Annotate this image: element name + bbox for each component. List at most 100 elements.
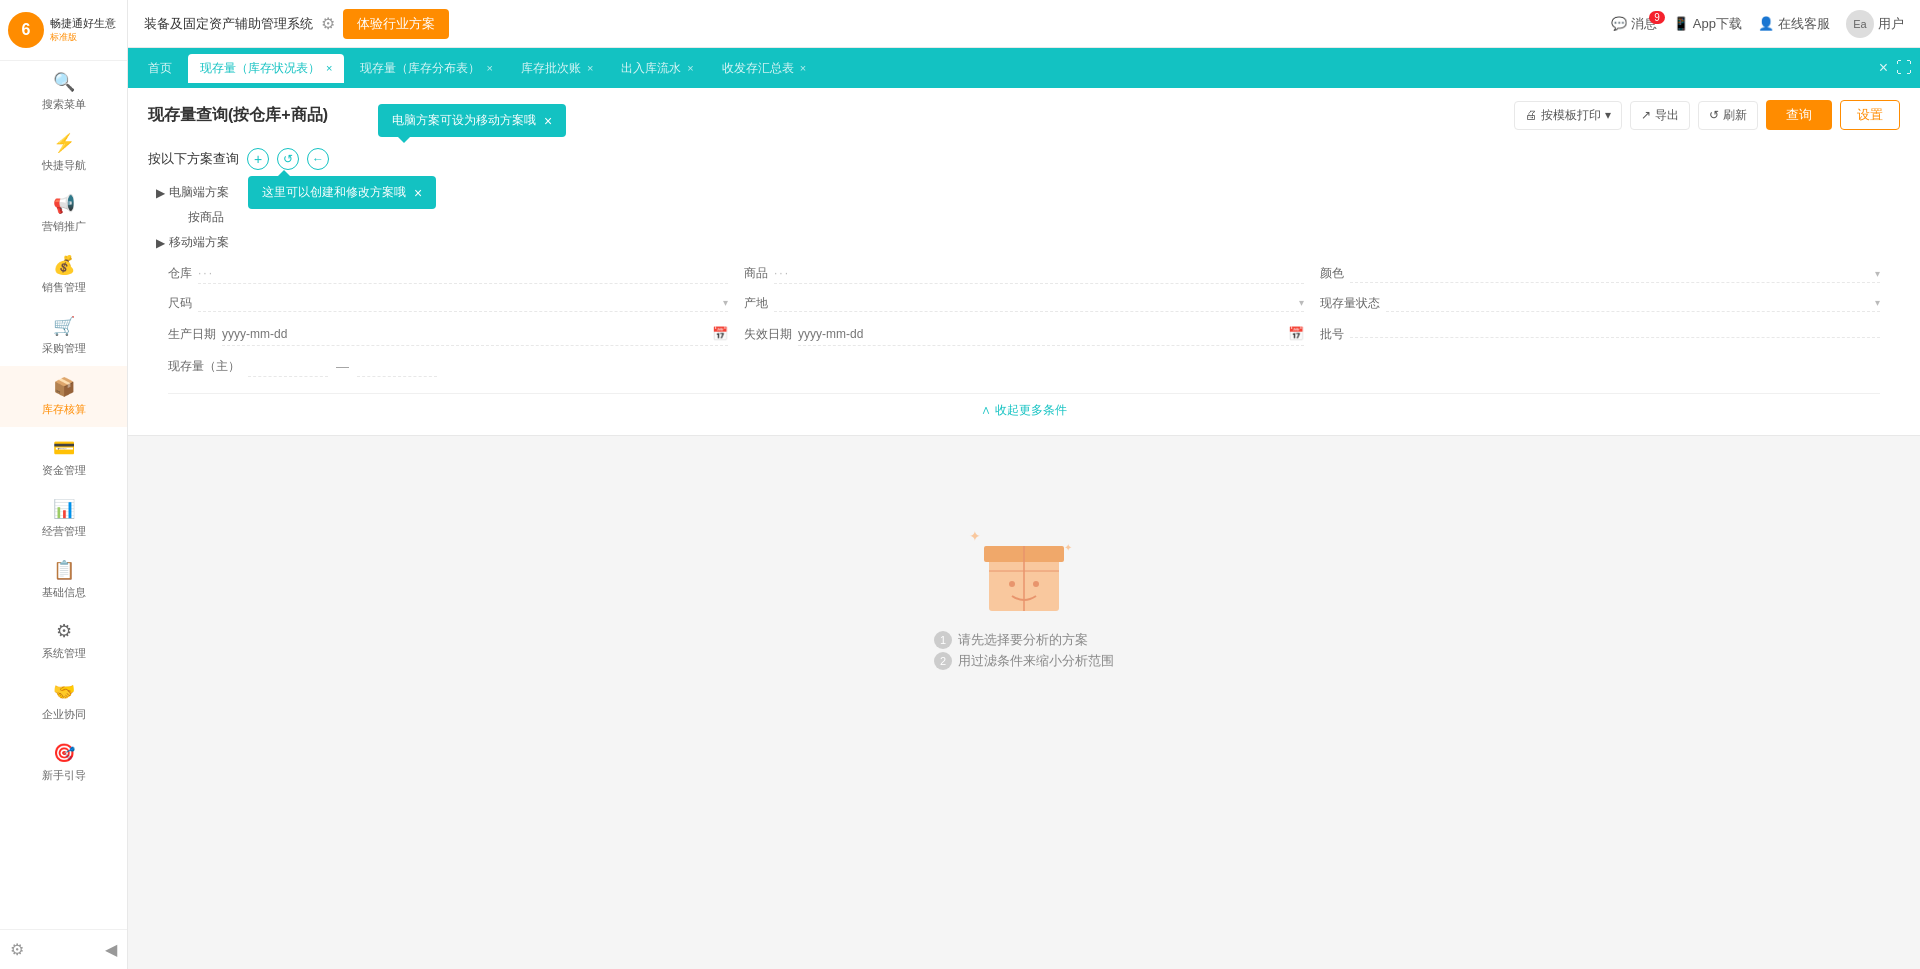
sidebar-item-system[interactable]: ⚙ 系统管理 (0, 610, 127, 671)
produce-date-input-wrap[interactable]: 📅 (222, 322, 728, 346)
app-download-action[interactable]: 📱 App下载 (1673, 15, 1742, 33)
origin-select[interactable]: ▾ (774, 294, 1304, 312)
sidebar-item-finance[interactable]: 💳 资金管理 (0, 427, 127, 488)
expiry-date-calendar-icon[interactable]: 📅 (1288, 326, 1304, 341)
settings-button[interactable]: 设置 (1840, 100, 1900, 130)
desktop-tooltip-close[interactable]: × (544, 113, 552, 129)
tab-in-out-flow[interactable]: 出入库流水 × (609, 54, 705, 83)
industry-button[interactable]: 体验行业方案 (343, 9, 449, 39)
tab-inventory-status[interactable]: 现存量（库存状况表） × (188, 54, 344, 83)
sidebar-label-finance: 资金管理 (42, 463, 86, 478)
produce-date-input[interactable] (222, 327, 708, 341)
inventory-nav-icon: 📦 (53, 376, 75, 398)
sidebar-item-guide[interactable]: 🎯 新手引导 (0, 732, 127, 793)
svg-point-5 (1033, 581, 1039, 587)
range-separator: — (336, 359, 349, 374)
search-nav-icon: 🔍 (53, 71, 75, 93)
stock-range-max-input[interactable] (357, 356, 437, 377)
filter-section: 按以下方案查询 + ↺ ← 电脑方案可设为移动方案哦 × 这里可以创建和修改方案… (148, 140, 1900, 255)
user-action[interactable]: Ea 用户 (1846, 10, 1904, 38)
color-select[interactable]: ▾ (1350, 265, 1880, 283)
sidebar: 6 畅捷通好生意 标准版 🔍 搜索菜单 ⚡ 快捷导航 📢 营销推广 💰 销售管理… (0, 0, 128, 969)
svg-text:✦: ✦ (1064, 542, 1072, 553)
warehouse-input[interactable]: ··· (198, 263, 728, 284)
tab-close-inventory-dist[interactable]: × (486, 62, 492, 74)
export-button[interactable]: ↗ 导出 (1630, 101, 1690, 130)
product-label: 商品 (744, 265, 768, 282)
tab-collect-summary-label: 收发存汇总表 (722, 60, 794, 77)
sidebar-item-purchase[interactable]: 🛒 采购管理 (0, 305, 127, 366)
empty-tips: 1 请先选择要分析的方案 2 用过滤条件来缩小分析范围 (934, 628, 1114, 673)
product-dots: ··· (774, 266, 790, 280)
marketing-nav-icon: 📢 (53, 193, 75, 215)
refresh-icon: ↺ (1709, 108, 1719, 122)
stock-range-min-input[interactable] (248, 356, 328, 377)
sidebar-item-nav[interactable]: ⚡ 快捷导航 (0, 122, 127, 183)
product-input[interactable]: ··· (774, 263, 1304, 284)
print-button[interactable]: 🖨 按模板打印 ▾ (1514, 101, 1622, 130)
color-label: 颜色 (1320, 265, 1344, 282)
tab-close-all-icon[interactable]: × (1879, 59, 1888, 77)
sidebar-item-base[interactable]: 📋 基础信息 (0, 549, 127, 610)
tab-expand-icon[interactable]: ⛶ (1896, 59, 1912, 77)
main-area: 装备及固定资产辅助管理系统 ⚙ 体验行业方案 💬 消息 9 📱 App下载 👤 … (128, 0, 1920, 969)
scheme-mobile[interactable]: ▶ 移动端方案 (148, 230, 1900, 255)
tab-home[interactable]: 首页 (136, 54, 184, 83)
produce-date-calendar-icon[interactable]: 📅 (712, 326, 728, 341)
sidebar-bottom: ⚙ ◀ (0, 929, 127, 969)
tab-close-collect-summary[interactable]: × (800, 62, 806, 74)
collapse-button[interactable]: ∧ 收起更多条件 (168, 393, 1880, 427)
filter-add-button[interactable]: + (247, 148, 269, 170)
expiry-date-input[interactable] (798, 327, 1284, 341)
service-icon: 👤 (1758, 16, 1774, 31)
tab-inventory-dist[interactable]: 现存量（库存分布表） × (348, 54, 504, 83)
sidebar-item-sales[interactable]: 💰 销售管理 (0, 244, 127, 305)
tab-batch-account[interactable]: 库存批次账 × (509, 54, 605, 83)
refresh-button[interactable]: ↺ 刷新 (1698, 101, 1758, 130)
settings-bottom-icon[interactable]: ⚙ (10, 940, 24, 959)
filter-fields-area: 仓库 ··· 商品 ··· 颜色 (148, 255, 1900, 435)
collapse-sidebar-icon[interactable]: ◀ (105, 940, 117, 959)
size-select[interactable]: ▾ (198, 294, 728, 312)
header-right: 💬 消息 9 📱 App下载 👤 在线客服 Ea 用户 (1611, 10, 1904, 38)
online-service-action[interactable]: 👤 在线客服 (1758, 15, 1830, 33)
tab-close-inventory-status[interactable]: × (326, 62, 332, 74)
tab-home-label: 首页 (148, 60, 172, 77)
tab-collect-summary[interactable]: 收发存汇总表 × (710, 54, 818, 83)
system-title: 装备及固定资产辅助管理系统 (144, 15, 313, 33)
field-produce-date: 生产日期 📅 (168, 322, 728, 346)
edit-tooltip-text: 这里可以创建和修改方案哦 (262, 184, 406, 201)
sales-nav-icon: 💰 (53, 254, 75, 276)
batch-num-input[interactable] (1350, 331, 1880, 338)
nav-nav-icon: ⚡ (53, 132, 75, 154)
sidebar-label-inventory: 库存核算 (42, 402, 86, 417)
filter-arrow-button[interactable]: ← (307, 148, 329, 170)
edit-tooltip-close[interactable]: × (414, 185, 422, 201)
sidebar-label-marketing: 营销推广 (42, 219, 86, 234)
sidebar-item-search[interactable]: 🔍 搜索菜单 (0, 61, 127, 122)
sidebar-label-guide: 新手引导 (42, 768, 86, 783)
guide-nav-icon: 🎯 (53, 742, 75, 764)
expiry-date-label: 失效日期 (744, 326, 792, 343)
query-button[interactable]: 查询 (1766, 100, 1832, 130)
message-action[interactable]: 💬 消息 9 (1611, 15, 1657, 33)
sidebar-item-enterprise[interactable]: 🤝 企业协同 (0, 671, 127, 732)
logo-area: 6 畅捷通好生意 标准版 (0, 0, 127, 61)
filter-header: 按以下方案查询 + ↺ ← 电脑方案可设为移动方案哦 × 这里可以创建和修改方案… (148, 148, 1900, 170)
expiry-date-input-wrap[interactable]: 📅 (798, 322, 1304, 346)
print-chevron-icon: ▾ (1605, 108, 1611, 122)
sidebar-item-operations[interactable]: 📊 经营管理 (0, 488, 127, 549)
field-size: 尺码 ▾ (168, 294, 728, 312)
logo-badge: 标准版 (50, 31, 116, 44)
gear-icon[interactable]: ⚙ (321, 14, 335, 33)
tab-close-batch-account[interactable]: × (587, 62, 593, 74)
stock-status-select[interactable]: ▾ (1386, 294, 1880, 312)
tab-close-in-out-flow[interactable]: × (687, 62, 693, 74)
empty-svg: ✦ ✦ (964, 516, 1084, 616)
sidebar-item-marketing[interactable]: 📢 营销推广 (0, 183, 127, 244)
filter-refresh-button[interactable]: ↺ (277, 148, 299, 170)
scheme-mobile-arrow: ▶ (156, 236, 165, 250)
tip-item-1: 1 请先选择要分析的方案 (934, 631, 1114, 649)
sidebar-item-inventory[interactable]: 📦 库存核算 (0, 366, 127, 427)
page-actions: 🖨 按模板打印 ▾ ↗ 导出 ↺ 刷新 查询 设置 (1514, 100, 1900, 130)
